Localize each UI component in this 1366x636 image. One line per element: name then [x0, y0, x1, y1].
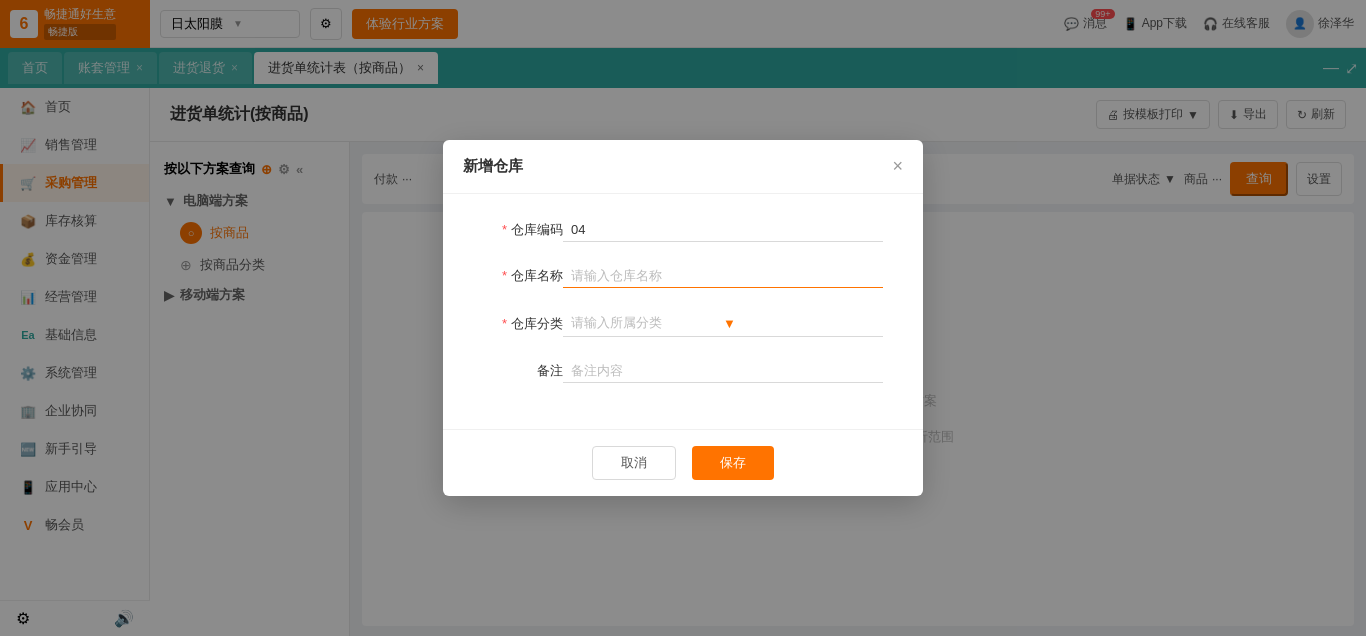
warehouse-code-input[interactable]: [563, 218, 883, 242]
save-button[interactable]: 保存: [692, 446, 774, 480]
category-label: *仓库分类: [483, 315, 563, 333]
remark-label: 备注: [483, 362, 563, 380]
modal-header: 新增仓库 ×: [443, 140, 923, 194]
modal-title: 新增仓库: [463, 157, 892, 176]
category-placeholder: 请输入所属分类: [571, 314, 723, 332]
new-warehouse-modal: 新增仓库 × *仓库编码 *仓库名称 *仓库分类: [443, 140, 923, 496]
code-label: *仓库编码: [483, 221, 563, 239]
form-row-name: *仓库名称: [483, 264, 883, 288]
warehouse-name-input[interactable]: [563, 264, 883, 288]
form-row-code: *仓库编码: [483, 218, 883, 242]
name-label: *仓库名称: [483, 267, 563, 285]
modal-close-icon[interactable]: ×: [892, 156, 903, 177]
form-row-category: *仓库分类 请输入所属分类 ▼: [483, 310, 883, 337]
modal-body: *仓库编码 *仓库名称 *仓库分类 请输入所属分类 ▼: [443, 194, 923, 429]
category-chevron-icon: ▼: [723, 316, 875, 331]
form-row-remark: 备注: [483, 359, 883, 383]
remark-input[interactable]: [563, 359, 883, 383]
warehouse-category-select[interactable]: 请输入所属分类 ▼: [563, 310, 883, 337]
cancel-button[interactable]: 取消: [592, 446, 676, 480]
modal-overlay: 新增仓库 × *仓库编码 *仓库名称 *仓库分类: [0, 0, 1366, 636]
modal-footer: 取消 保存: [443, 429, 923, 496]
